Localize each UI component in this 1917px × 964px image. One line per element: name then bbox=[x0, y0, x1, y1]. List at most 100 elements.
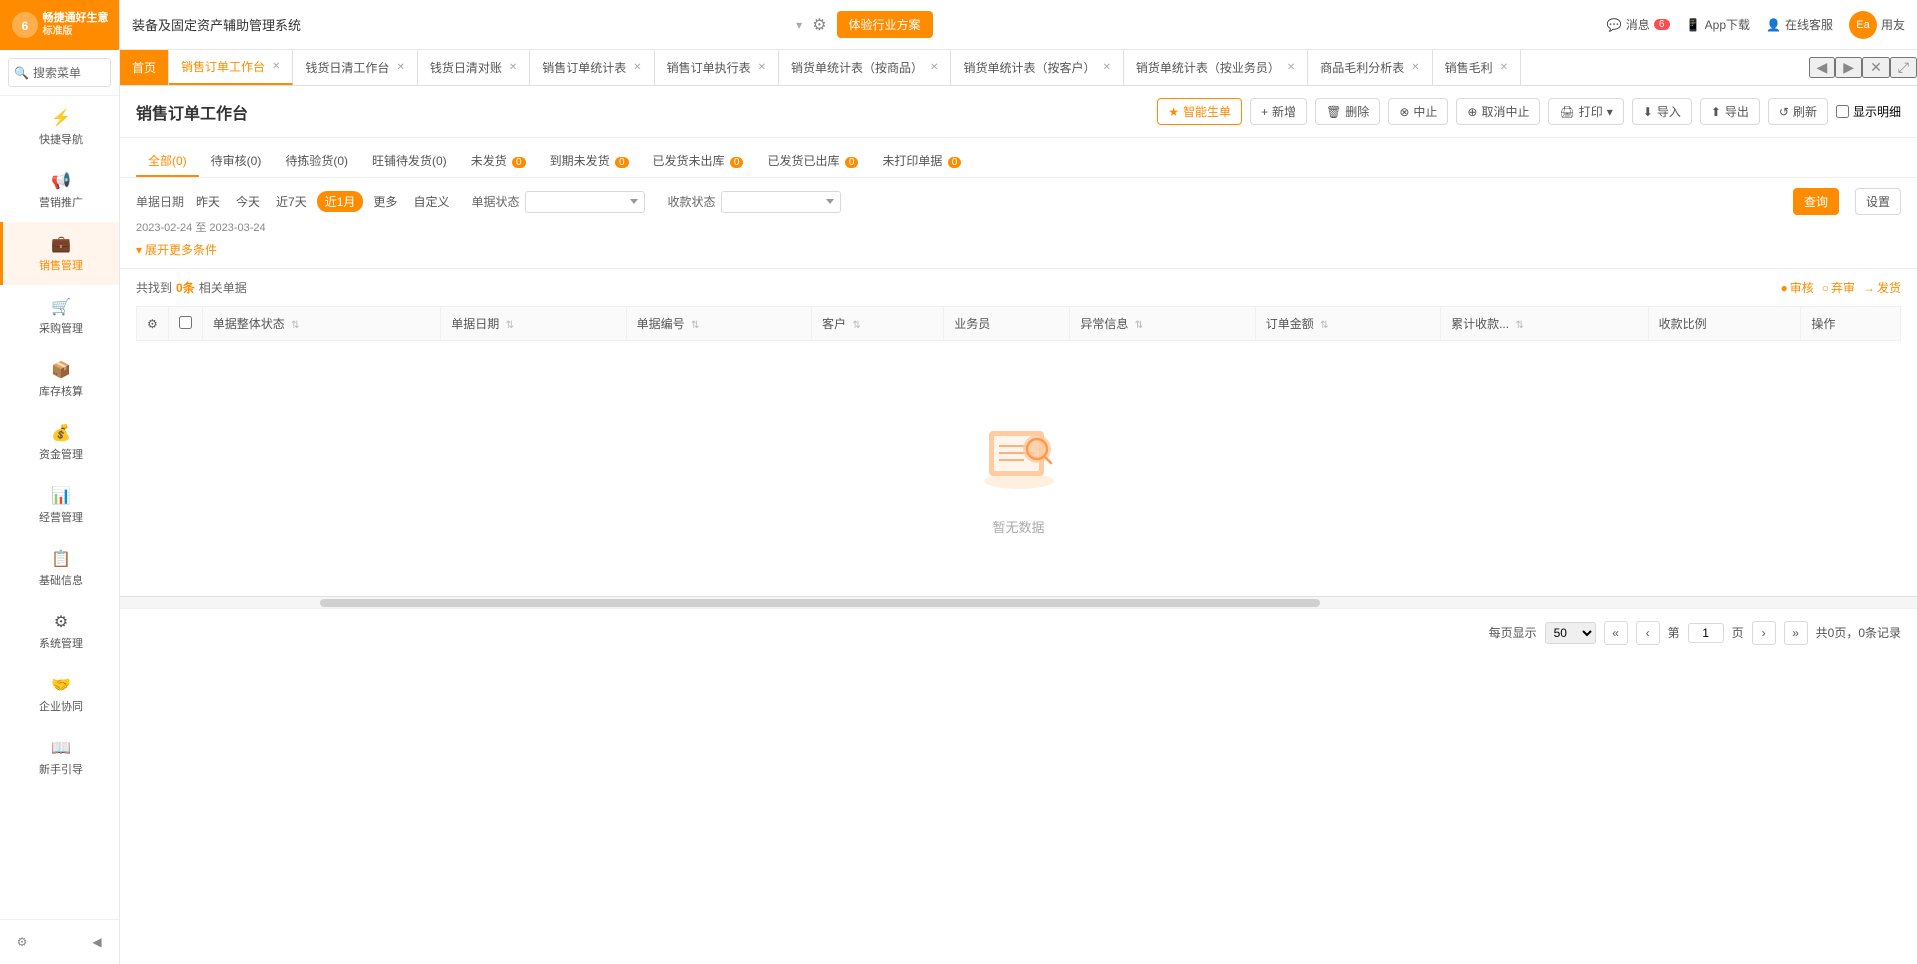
subtab-expired[interactable]: 到期未发货 0 bbox=[538, 146, 641, 177]
sidebar-settings-button[interactable]: ⚙ bbox=[10, 930, 34, 954]
query-button[interactable]: 查询 bbox=[1793, 188, 1839, 215]
ship-icon: → bbox=[1863, 281, 1875, 295]
export-button[interactable]: ⬆ 导出 bbox=[1700, 98, 1760, 125]
tab-sales-order-workbench[interactable]: 销售订单工作台 ✕ bbox=[169, 50, 293, 85]
search-menu-button[interactable]: 🔍 搜索菜单 bbox=[8, 58, 111, 87]
status-filter-select[interactable] bbox=[525, 191, 645, 213]
first-page-button[interactable]: « bbox=[1604, 621, 1628, 645]
tab-stats-customer-close[interactable]: ✕ bbox=[1102, 62, 1110, 73]
batch-ship-button[interactable]: → 发货 bbox=[1863, 279, 1901, 296]
sidebar-item-basic-info[interactable]: 📋 基础信息 bbox=[0, 537, 119, 600]
tab-sales-stats-close[interactable]: ✕ bbox=[633, 62, 641, 73]
subtab-shipped-out[interactable]: 已发货已出库 0 bbox=[755, 146, 870, 177]
subtab-all[interactable]: 全部(0) bbox=[136, 146, 199, 177]
tab-stats-customer[interactable]: 销货单统计表（按客户） ✕ bbox=[951, 50, 1123, 85]
sort-customer-icon[interactable]: ⇅ bbox=[852, 320, 860, 331]
show-detail-checkbox-label[interactable]: 显示明细 bbox=[1836, 103, 1901, 120]
sidebar-item-enterprise[interactable]: 🤝 企业协同 bbox=[0, 663, 119, 726]
tab-cash-daily-close[interactable]: ✕ bbox=[396, 62, 404, 73]
tab-stats-product-close[interactable]: ✕ bbox=[930, 62, 938, 73]
sort-number-icon[interactable]: ⇅ bbox=[691, 320, 699, 331]
tab-sales-exec-close[interactable]: ✕ bbox=[758, 62, 766, 73]
guide-icon: 📖 bbox=[51, 738, 71, 758]
sidebar-item-purchase[interactable]: 🛒 采购管理 bbox=[0, 285, 119, 348]
batch-revoke-button[interactable]: ○ 弃审 bbox=[1822, 279, 1855, 296]
subtab-wangpu[interactable]: 旺铺待发货(0) bbox=[360, 146, 459, 177]
smart-create-button[interactable]: ★ 智能生单 bbox=[1157, 98, 1242, 125]
sidebar-item-sales[interactable]: 💼 销售管理 bbox=[0, 222, 119, 285]
payment-filter-select[interactable] bbox=[721, 191, 841, 213]
tab-home[interactable]: 首页 bbox=[120, 50, 169, 85]
delete-button[interactable]: 🗑 删除 bbox=[1315, 98, 1380, 125]
tab-sales-exec[interactable]: 销售订单执行表 ✕ bbox=[655, 50, 779, 85]
select-all-checkbox[interactable] bbox=[179, 316, 192, 329]
message-button[interactable]: 💬 消息 6 bbox=[1607, 16, 1670, 33]
user-menu-button[interactable]: Ea 用友 bbox=[1849, 11, 1905, 39]
import-button[interactable]: ⬇ 导入 bbox=[1632, 98, 1692, 125]
tab-margin-close[interactable]: ✕ bbox=[1411, 62, 1419, 73]
col-check-header[interactable] bbox=[168, 307, 202, 341]
sidebar-item-marketing[interactable]: 📢 营销推广 bbox=[0, 159, 119, 222]
tab-cash-reconcile[interactable]: 钱货日清对账 ✕ bbox=[418, 50, 530, 85]
sidebar-item-inventory[interactable]: 📦 库存核算 bbox=[0, 348, 119, 411]
subtab-pending-review[interactable]: 待审核(0) bbox=[199, 146, 274, 177]
tab-margin[interactable]: 商品毛利分析表 ✕ bbox=[1308, 50, 1432, 85]
tab-next-button[interactable]: ▶ bbox=[1835, 57, 1862, 78]
expand-filter-button[interactable]: ▾ 展开更多条件 bbox=[136, 241, 1901, 258]
prev-page-button[interactable]: ‹ bbox=[1636, 621, 1660, 645]
date-opt-more[interactable]: 更多 bbox=[367, 191, 403, 212]
print-button[interactable]: 🖨 打印 ▾ bbox=[1548, 98, 1623, 125]
stop-button[interactable]: ⊗ 中止 bbox=[1388, 98, 1448, 125]
subtab-not-shipped[interactable]: 未发货 0 bbox=[459, 146, 538, 177]
page-input[interactable] bbox=[1688, 623, 1724, 643]
per-page-select[interactable]: 50 20 100 bbox=[1545, 622, 1596, 644]
sort-icon[interactable]: ⇅ bbox=[291, 320, 299, 331]
tab-cash-daily[interactable]: 钱货日清工作台 ✕ bbox=[293, 50, 417, 85]
date-opt-custom[interactable]: 自定义 bbox=[407, 191, 455, 212]
horizontal-scrollbar[interactable] bbox=[120, 596, 1917, 608]
app-download-button[interactable]: 📱 App下载 bbox=[1686, 16, 1750, 33]
batch-audit-button[interactable]: ● 审核 bbox=[1780, 279, 1813, 296]
sort-date-icon[interactable]: ⇅ bbox=[506, 320, 514, 331]
date-opt-today[interactable]: 今天 bbox=[230, 191, 266, 212]
subtab-shipped-not-in[interactable]: 已发货未出库 0 bbox=[641, 146, 756, 177]
tab-stats-employee[interactable]: 销货单统计表（按业务员） ✕ bbox=[1124, 50, 1308, 85]
date-opt-1month[interactable]: 近1月 bbox=[317, 191, 364, 212]
tab-cash-reconcile-close[interactable]: ✕ bbox=[509, 62, 517, 73]
sidebar-collapse-button[interactable]: ◀ bbox=[85, 930, 109, 954]
sort-received-icon[interactable]: ⇅ bbox=[1515, 320, 1523, 331]
last-page-button[interactable]: » bbox=[1784, 621, 1808, 645]
sidebar-item-guide[interactable]: 📖 新手引导 bbox=[0, 726, 119, 789]
add-button[interactable]: + 新增 bbox=[1250, 98, 1307, 125]
online-service-button[interactable]: 👤 在线客服 bbox=[1766, 16, 1833, 33]
filter-settings-button[interactable]: 设置 bbox=[1855, 188, 1901, 215]
sidebar-item-quick-nav[interactable]: ⚡ 快捷导航 bbox=[0, 96, 119, 159]
tab-stats-employee-close[interactable]: ✕ bbox=[1287, 62, 1295, 73]
subtab-not-printed[interactable]: 未打印单据 0 bbox=[870, 146, 973, 177]
sidebar-item-operations[interactable]: 📊 经营管理 bbox=[0, 474, 119, 537]
tab-sales-stats[interactable]: 销售订单统计表 ✕ bbox=[530, 50, 654, 85]
sort-amount-icon[interactable]: ⇅ bbox=[1320, 320, 1328, 331]
tab-close-all-button[interactable]: ✕ bbox=[1862, 57, 1890, 78]
tab-sales-more-close[interactable]: ✕ bbox=[1500, 62, 1508, 73]
tab-sales-more[interactable]: 销售毛利 ✕ bbox=[1433, 50, 1521, 85]
date-opt-7days[interactable]: 近7天 bbox=[270, 191, 313, 212]
tab-fullscreen-button[interactable]: ⤢ bbox=[1890, 57, 1917, 78]
date-opt-yesterday[interactable]: 昨天 bbox=[190, 191, 226, 212]
tab-sales-order-close[interactable]: ✕ bbox=[272, 61, 280, 72]
sort-abnormal-icon[interactable]: ⇅ bbox=[1135, 320, 1143, 331]
col-settings-header[interactable]: ⚙ bbox=[137, 307, 169, 341]
show-detail-checkbox[interactable] bbox=[1836, 105, 1849, 118]
scrollbar-thumb[interactable] bbox=[320, 599, 1320, 607]
cancel-stop-button[interactable]: ⊕ 取消中止 bbox=[1456, 98, 1540, 125]
tab-prev-button[interactable]: ◀ bbox=[1809, 57, 1836, 78]
system-dropdown-icon[interactable]: ▾ bbox=[796, 18, 802, 32]
next-page-button[interactable]: › bbox=[1752, 621, 1776, 645]
sidebar-item-finance[interactable]: 💰 资金管理 bbox=[0, 411, 119, 474]
tab-stats-product[interactable]: 销货单统计表（按商品） ✕ bbox=[779, 50, 951, 85]
topbar-settings-icon[interactable]: ⚙ bbox=[812, 15, 826, 35]
sidebar-item-system[interactable]: ⚙ 系统管理 bbox=[0, 600, 119, 663]
refresh-button[interactable]: ↺ 刷新 bbox=[1768, 98, 1828, 125]
industry-solution-button[interactable]: 体验行业方案 bbox=[837, 11, 933, 38]
subtab-pending-check[interactable]: 待拣验货(0) bbox=[273, 146, 360, 177]
